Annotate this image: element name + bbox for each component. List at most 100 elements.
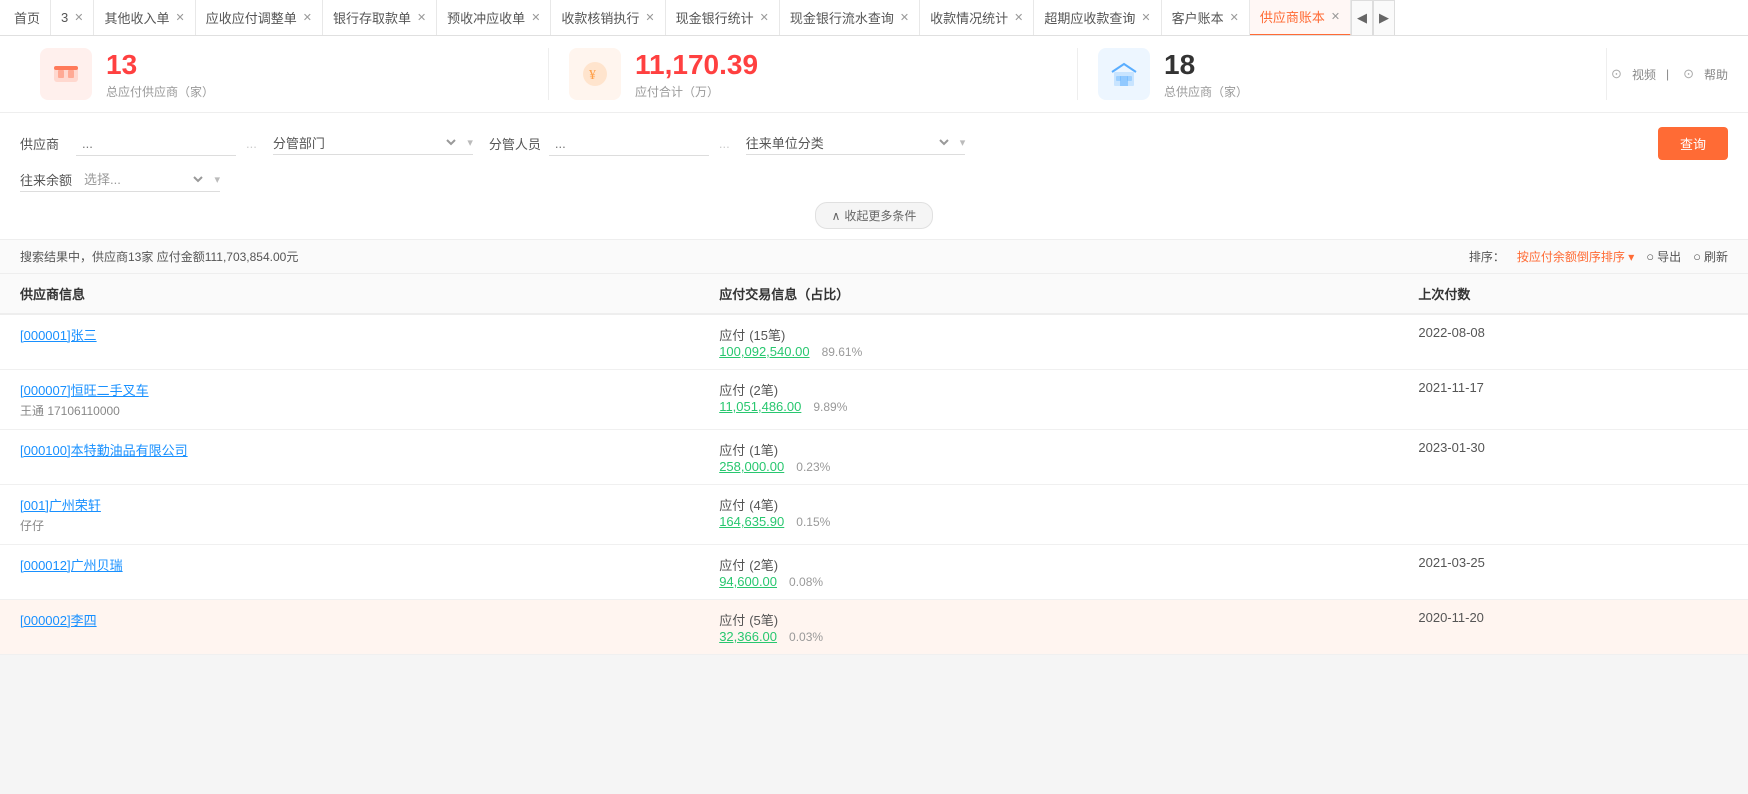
supplier-dots: ...	[246, 136, 257, 151]
tx-count: (2笔)	[749, 558, 778, 573]
help-link[interactable]: 帮助	[1704, 66, 1728, 83]
nav-tab-other-income[interactable]: 其他收入单 ✕	[94, 0, 195, 36]
amount-link[interactable]: 258,000.00	[719, 459, 784, 474]
summary-value-suppliers: 13	[106, 49, 214, 81]
store-icon	[1098, 48, 1150, 100]
supplier-input[interactable]	[76, 132, 236, 156]
dept-field: 分管部门 ▾	[273, 133, 473, 155]
collapse-icon: ∧	[832, 209, 841, 223]
supplier-link[interactable]: [000012]广州贝瑞	[20, 558, 123, 573]
close-icon[interactable]: ✕	[303, 11, 312, 24]
summary-content-amount: 11,170.39 应付合计（万）	[635, 49, 758, 100]
close-icon[interactable]: ✕	[1331, 10, 1340, 23]
query-button[interactable]: 查询	[1658, 127, 1728, 160]
supplier-field: 供应商 ...	[20, 132, 257, 156]
collapse-button[interactable]: ∧ 收起更多条件	[815, 202, 934, 229]
data-table: 供应商信息 应付交易信息（占比） 上次付数 [000001]张三应付(15笔)1…	[0, 274, 1748, 655]
nav-tab-receipt-stat[interactable]: 收款情况统计 ✕	[920, 0, 1034, 36]
nav-tab-supplier-book-label: 供应商账本	[1260, 7, 1325, 26]
refresh-button[interactable]: ○ 刷新	[1693, 248, 1728, 265]
video-link[interactable]: 视频	[1632, 66, 1656, 83]
close-icon[interactable]: ✕	[1230, 11, 1239, 24]
close-icon[interactable]: ✕	[760, 11, 769, 24]
close-icon[interactable]: ✕	[175, 11, 184, 24]
category-label: 往来单位分类	[746, 133, 824, 152]
refresh-label: 刷新	[1704, 248, 1728, 265]
last-payment-cell: 2021-11-17	[1398, 370, 1748, 430]
tx-info: 应付(1笔)	[719, 440, 1378, 459]
last-payment-cell: 2023-01-30	[1398, 430, 1748, 485]
supplier-link[interactable]: [000001]张三	[20, 328, 97, 343]
nav-prev-arrow[interactable]: ◀	[1351, 0, 1373, 36]
nav-tab-overdue-ar[interactable]: 超期应收款查询 ✕	[1034, 0, 1161, 36]
chevron-down-icon-3: ▾	[214, 173, 220, 186]
col-transaction-info: 应付交易信息（占比）	[699, 274, 1398, 314]
close-icon[interactable]: ✕	[645, 11, 654, 24]
nav-next-arrow[interactable]: ▶	[1373, 0, 1395, 36]
transaction-cell: 应付(5笔)32,366.000.03%	[699, 600, 1398, 655]
close-icon[interactable]: ✕	[74, 11, 83, 24]
tx-info: 应付(2笔)	[719, 380, 1378, 399]
supplier-link[interactable]: [000002]李四	[20, 613, 97, 628]
nav-tab-customer-book[interactable]: 客户账本 ✕	[1162, 0, 1250, 36]
amount-link[interactable]: 11,051,486.00	[719, 399, 801, 414]
nav-tab-3[interactable]: 3 ✕	[51, 0, 94, 36]
result-actions: 排序： 按应付余额倒序排序 ▾ ○ 导出 ○ 刷新	[1469, 248, 1728, 265]
tx-amount-row: 11,051,486.00 9.89%	[719, 399, 1378, 414]
close-icon[interactable]: ✕	[417, 11, 426, 24]
balance-select[interactable]: 选择...	[80, 171, 206, 188]
supplier-cell: [000100]本特勤油品有限公司	[0, 430, 699, 485]
nav-tab-receipt-verify[interactable]: 收款核销执行 ✕	[551, 0, 665, 36]
pct-value: 0.03%	[789, 630, 823, 644]
nav-tab-prepay-ar[interactable]: 预收冲应收单 ✕	[437, 0, 551, 36]
nav-tab-ar-ap-adjust[interactable]: 应收应付调整单 ✕	[196, 0, 323, 36]
close-icon[interactable]: ✕	[1141, 11, 1150, 24]
category-field: 往来单位分类 ▾	[746, 133, 966, 155]
amount-link[interactable]: 164,635.90	[719, 514, 784, 529]
tx-info: 应付(15笔)	[719, 325, 1378, 344]
transaction-cell: 应付(2笔)11,051,486.00 9.89%	[699, 370, 1398, 430]
close-icon[interactable]: ✕	[531, 11, 540, 24]
transaction-cell: 应付(4笔)164,635.900.15%	[699, 485, 1398, 545]
pct-value: 9.89%	[813, 400, 847, 414]
close-icon[interactable]: ✕	[1014, 11, 1023, 24]
sort-chevron-icon: ▾	[1628, 250, 1634, 264]
export-button[interactable]: ○ 导出	[1646, 248, 1681, 265]
sort-value-button[interactable]: 按应付余额倒序排序 ▾	[1517, 248, 1634, 265]
amount-link[interactable]: 32,366.00	[719, 629, 777, 644]
svg-text:¥: ¥	[589, 68, 596, 83]
supplier-link[interactable]: [000100]本特勤油品有限公司	[20, 443, 188, 458]
last-payment-date: 2021-03-25	[1418, 555, 1485, 570]
dept-select[interactable]	[333, 134, 459, 151]
category-select[interactable]	[832, 134, 952, 151]
summary-item-total: 18 总供应商（家）	[1078, 48, 1607, 100]
supplier-cell: [000002]李四	[0, 600, 699, 655]
table-row: [000100]本特勤油品有限公司应付(1笔)258,000.000.23%20…	[0, 430, 1748, 485]
supplier-cell: [000001]张三	[0, 314, 699, 370]
result-amount-label: 应付金额111,703,854.00元	[157, 250, 299, 264]
close-icon[interactable]: ✕	[900, 11, 909, 24]
tx-type-label: 应付	[719, 558, 745, 573]
amount-link[interactable]: 100,092,540.00	[719, 344, 809, 359]
top-navigation: 首页 3 ✕ 其他收入单 ✕ 应收应付调整单 ✕ 银行存取款单 ✕ 预收冲应收单…	[0, 0, 1748, 36]
person-input[interactable]	[549, 132, 709, 156]
summary-bar: 13 总应付供应商（家） ¥ 11,170.39 应付合计（万） 1	[0, 36, 1748, 113]
amount-link[interactable]: 94,600.00	[719, 574, 777, 589]
sort-prefix-label: 排序：	[1469, 248, 1505, 265]
nav-tab-other-income-label: 其他收入单	[104, 8, 169, 27]
result-bar: 搜索结果中，供应商13家 应付金额111,703,854.00元 排序： 按应付…	[0, 240, 1748, 274]
supplier-link[interactable]: [001]广州荣轩	[20, 498, 101, 513]
nav-tab-cash-bank-flow[interactable]: 现金银行流水查询 ✕	[780, 0, 920, 36]
nav-tab-supplier-book[interactable]: 供应商账本 ✕	[1250, 0, 1351, 36]
nav-tab-bank-deposit[interactable]: 银行存取款单 ✕	[323, 0, 437, 36]
nav-tab-cash-bank-stat[interactable]: 现金银行统计 ✕	[666, 0, 780, 36]
transaction-cell: 应付(2笔)94,600.000.08%	[699, 545, 1398, 600]
supplier-sub: 王通 17106110000	[20, 402, 679, 419]
supplier-link[interactable]: [000007]恒旺二手叉车	[20, 383, 149, 398]
last-payment-date: 2021-11-17	[1418, 380, 1484, 395]
nav-tab-home[interactable]: 首页	[4, 0, 51, 36]
tx-type-label: 应付	[719, 383, 745, 398]
tx-type-label: 应付	[719, 443, 745, 458]
divider: |	[1666, 67, 1669, 81]
amount-icon: ¥	[569, 48, 621, 100]
